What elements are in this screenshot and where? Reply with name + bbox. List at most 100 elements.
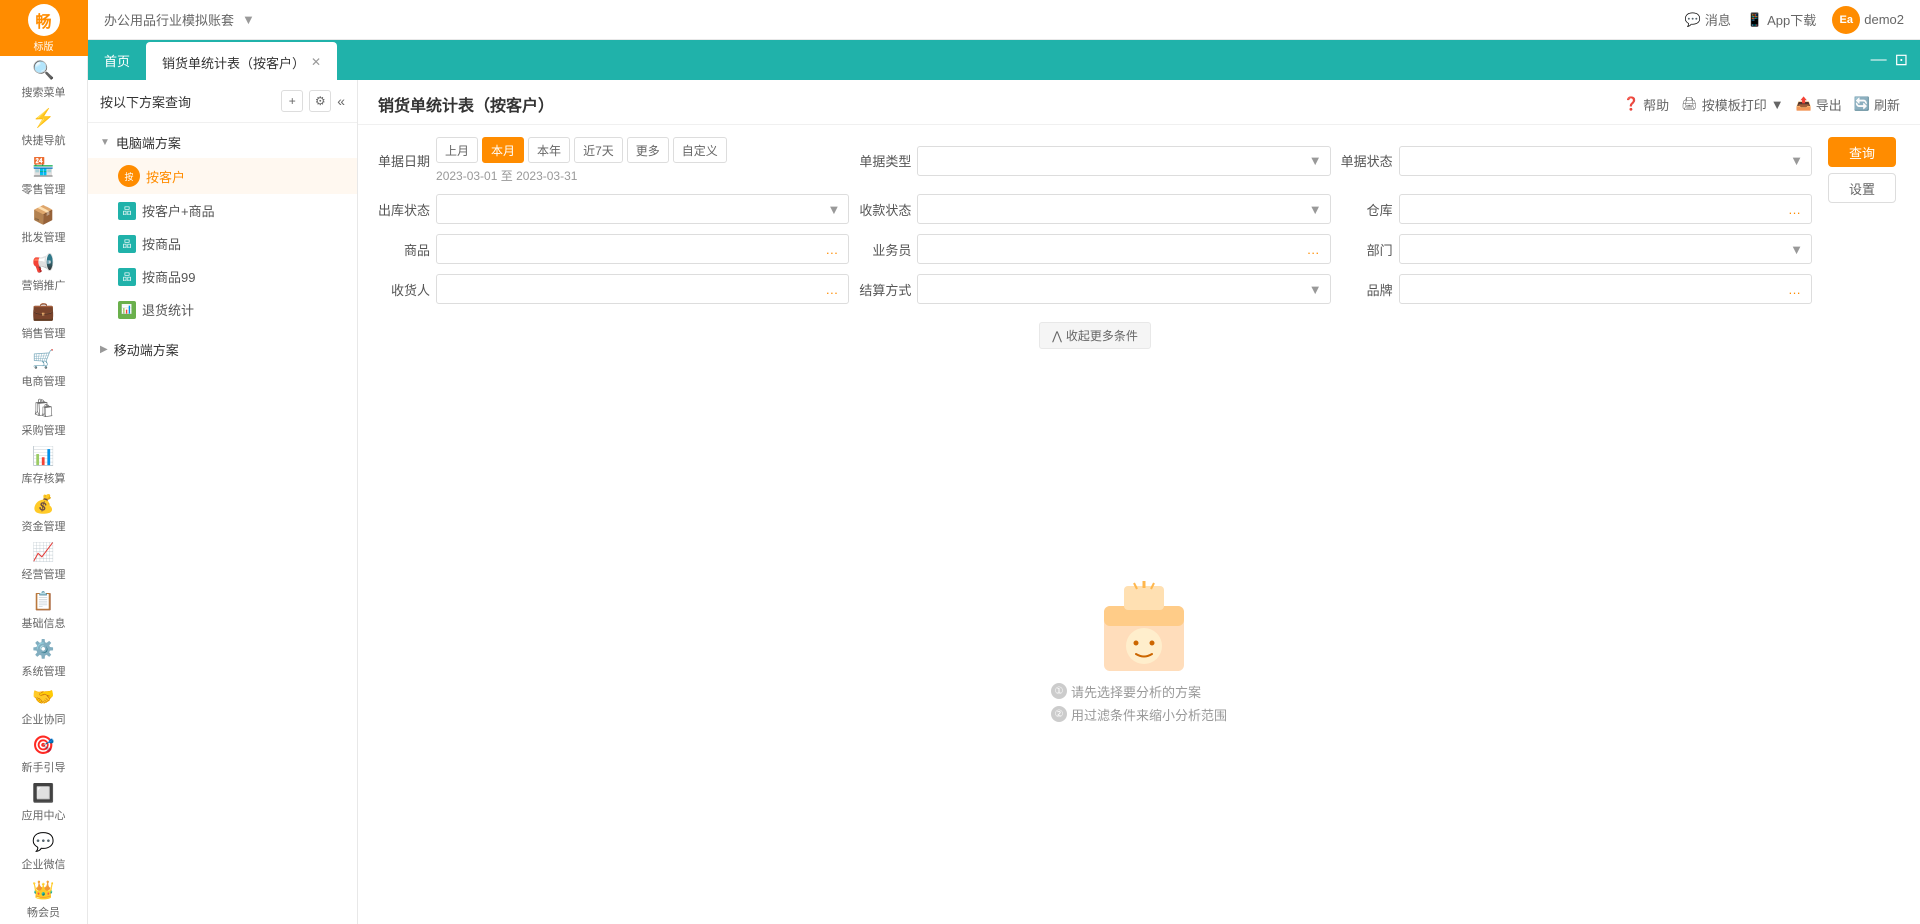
date-btn-last-month[interactable]: 上月 bbox=[436, 137, 478, 163]
refresh-btn[interactable]: 🔄 刷新 bbox=[1854, 95, 1900, 114]
tree-child-return-stat[interactable]: 📊 退货统计 bbox=[88, 293, 357, 326]
sidebar-item-finance[interactable]: 💰 资金管理 bbox=[0, 490, 87, 538]
sidebar-item-system[interactable]: ⚙️ 系统管理 bbox=[0, 635, 87, 683]
sidebar-item-basic[interactable]: 📋 基础信息 bbox=[0, 586, 87, 634]
tree-parent-label: 电脑端方案 bbox=[116, 133, 181, 152]
tree-child-label: 按商品99 bbox=[142, 267, 195, 286]
download-icon: 📱 bbox=[1747, 12, 1763, 28]
sidebar-item-label: 零售管理 bbox=[22, 181, 66, 197]
sales-icon: 💼 bbox=[32, 301, 54, 322]
tab-home[interactable]: 首页 bbox=[88, 40, 146, 80]
sidebar-item-cooperation[interactable]: 🤝 企业协同 bbox=[0, 683, 87, 731]
inventory-icon: 📊 bbox=[32, 446, 54, 467]
tree-parent-label: 移动端方案 bbox=[114, 340, 179, 359]
sidebar-item-wechat[interactable]: 💬 企业微信 bbox=[0, 828, 87, 876]
brand-input[interactable]: … bbox=[1399, 274, 1812, 304]
sidebar-item-label: 应用中心 bbox=[22, 807, 66, 823]
sidebar-item-retail[interactable]: 🏪 零售管理 bbox=[0, 152, 87, 200]
order-type-cell: 单据类型 ▼ bbox=[859, 137, 1330, 184]
customer-product-scheme-icon: 品 bbox=[118, 202, 136, 220]
scheme-settings-btn[interactable]: ⚙ bbox=[309, 90, 331, 112]
wechat-icon: 💬 bbox=[32, 832, 54, 853]
sidebar-item-label: 销售管理 bbox=[22, 325, 66, 341]
salesperson-input[interactable]: … bbox=[917, 234, 1330, 264]
sidebar-item-label: 快捷导航 bbox=[22, 132, 66, 148]
sidebar-item-sales[interactable]: 💼 销售管理 bbox=[0, 297, 87, 345]
sidebar-item-quick-nav[interactable]: ⚡ 快捷导航 bbox=[0, 104, 87, 152]
sidebar-item-label: 批发管理 bbox=[22, 229, 66, 245]
tree-child-label: 按商品 bbox=[142, 234, 181, 253]
messages-btn[interactable]: 💬 消息 bbox=[1685, 10, 1731, 29]
date-btn-this-year[interactable]: 本年 bbox=[528, 137, 570, 163]
sidebar-item-wholesale[interactable]: 📦 批发管理 bbox=[0, 201, 87, 249]
tab-maximize-btn[interactable]: ⊡ bbox=[1895, 50, 1908, 70]
warehouse-input[interactable]: … bbox=[1399, 194, 1812, 224]
sidebar-item-marketing[interactable]: 📢 营销推广 bbox=[0, 249, 87, 297]
tree-parent-desktop[interactable]: ▼ 电脑端方案 bbox=[88, 127, 357, 158]
print-btn[interactable]: 🖨 按模板打印 ▼ bbox=[1681, 95, 1783, 114]
hint1-text: 请先选择要分析的方案 bbox=[1071, 682, 1201, 701]
payment-status-dropdown[interactable]: ▼ bbox=[917, 194, 1330, 224]
sidebar-item-guide[interactable]: 🎯 新手引导 bbox=[0, 731, 87, 779]
tab-sales-stat[interactable]: 销货单统计表（按客户） ✕ bbox=[146, 42, 337, 82]
collapse-panel-btn[interactable]: « bbox=[337, 93, 345, 109]
tree-child-label: 按客户+商品 bbox=[142, 201, 215, 220]
tree-section: ▼ 电脑端方案 按 按客户 品 按客户+商品 品 按商品 品 按商品99 bbox=[88, 123, 357, 330]
tree-child-label: 按客户 bbox=[146, 167, 185, 186]
settlement-arrow: ▼ bbox=[1309, 282, 1322, 297]
export-btn[interactable]: 📤 导出 bbox=[1796, 95, 1842, 114]
left-panel-header: 按以下方案查询 + ⚙ « bbox=[88, 80, 357, 123]
sidebar-item-label: 搜索菜单 bbox=[22, 84, 66, 100]
order-status-dropdown[interactable]: ▼ bbox=[1399, 146, 1812, 176]
app-download-label: App下载 bbox=[1767, 10, 1816, 29]
tabbar-right: — ⊡ bbox=[337, 50, 1920, 70]
department-dropdown[interactable]: ▼ bbox=[1399, 234, 1812, 264]
print-dropdown-icon[interactable]: ▼ bbox=[1771, 97, 1784, 112]
tab-close-btn[interactable]: ✕ bbox=[311, 55, 321, 69]
help-btn[interactable]: ❓ 帮助 bbox=[1623, 95, 1669, 114]
tree-child-by-product-99[interactable]: 品 按商品99 bbox=[88, 260, 357, 293]
user-name: demo2 bbox=[1864, 12, 1904, 27]
department-label: 部门 bbox=[1341, 240, 1393, 259]
consignee-input[interactable]: … bbox=[436, 274, 849, 304]
date-btn-custom[interactable]: 自定义 bbox=[673, 137, 727, 163]
app-download-btn[interactable]: 📱 App下载 bbox=[1747, 10, 1816, 29]
order-type-dropdown[interactable]: ▼ bbox=[917, 146, 1330, 176]
tree-child-by-product[interactable]: 品 按商品 bbox=[88, 227, 357, 260]
date-btn-last7[interactable]: 近7天 bbox=[574, 137, 623, 163]
page-actions: ❓ 帮助 🖨 按模板打印 ▼ 📤 导出 🔄 刷新 bbox=[1623, 95, 1900, 114]
tree-child-by-customer[interactable]: 按 按客户 bbox=[88, 158, 357, 194]
sidebar-item-ecommerce[interactable]: 🛒 电商管理 bbox=[0, 345, 87, 393]
salesperson-dots: … bbox=[1307, 242, 1322, 257]
date-btn-this-month[interactable]: 本月 bbox=[482, 137, 524, 163]
sidebar-item-search[interactable]: 🔍 搜索菜单 bbox=[0, 56, 87, 104]
ecommerce-icon: 🛒 bbox=[32, 349, 54, 370]
user-menu[interactable]: Ea demo2 bbox=[1832, 6, 1904, 34]
topbar-title: 办公用品行业模拟账套 bbox=[104, 10, 234, 29]
product-input[interactable]: … bbox=[436, 234, 849, 264]
sidebar-item-inventory[interactable]: 📊 库存核算 bbox=[0, 442, 87, 490]
filter-row-2: 出库状态 ▼ 收款状态 ▼ bbox=[378, 194, 1812, 224]
refresh-label: 刷新 bbox=[1874, 95, 1900, 114]
settlement-cell: 结算方式 ▼ bbox=[859, 274, 1330, 304]
sidebar-item-app-center[interactable]: 🔲 应用中心 bbox=[0, 779, 87, 827]
settlement-dropdown[interactable]: ▼ bbox=[917, 274, 1330, 304]
tab-minimize-btn[interactable]: — bbox=[1871, 51, 1887, 69]
sidebar-item-member[interactable]: 👑 畅会员 bbox=[0, 876, 87, 924]
filter-row-3: 商品 … 业务员 … bbox=[378, 234, 1812, 264]
topbar-dropdown-icon[interactable]: ▼ bbox=[242, 12, 255, 27]
tree-parent-mobile[interactable]: ▶ 移动端方案 bbox=[88, 334, 357, 365]
sidebar-item-operations[interactable]: 📈 经营管理 bbox=[0, 538, 87, 586]
setting-btn[interactable]: 设置 bbox=[1828, 173, 1896, 203]
add-scheme-btn[interactable]: + bbox=[281, 90, 303, 112]
consignee-label: 收货人 bbox=[378, 280, 430, 299]
query-btn[interactable]: 查询 bbox=[1828, 137, 1896, 167]
stock-status-dropdown[interactable]: ▼ bbox=[436, 194, 849, 224]
collapse-more-btn[interactable]: ⋀ 收起更多条件 bbox=[1039, 322, 1151, 349]
sidebar-item-purchase[interactable]: 🛍 采购管理 bbox=[0, 394, 87, 442]
tree-child-by-customer-product[interactable]: 品 按客户+商品 bbox=[88, 194, 357, 227]
wholesale-icon: 📦 bbox=[32, 205, 54, 226]
date-btn-more[interactable]: 更多 bbox=[627, 137, 669, 163]
gear-icon: ⚙ bbox=[315, 94, 326, 108]
export-label: 导出 bbox=[1816, 95, 1842, 114]
